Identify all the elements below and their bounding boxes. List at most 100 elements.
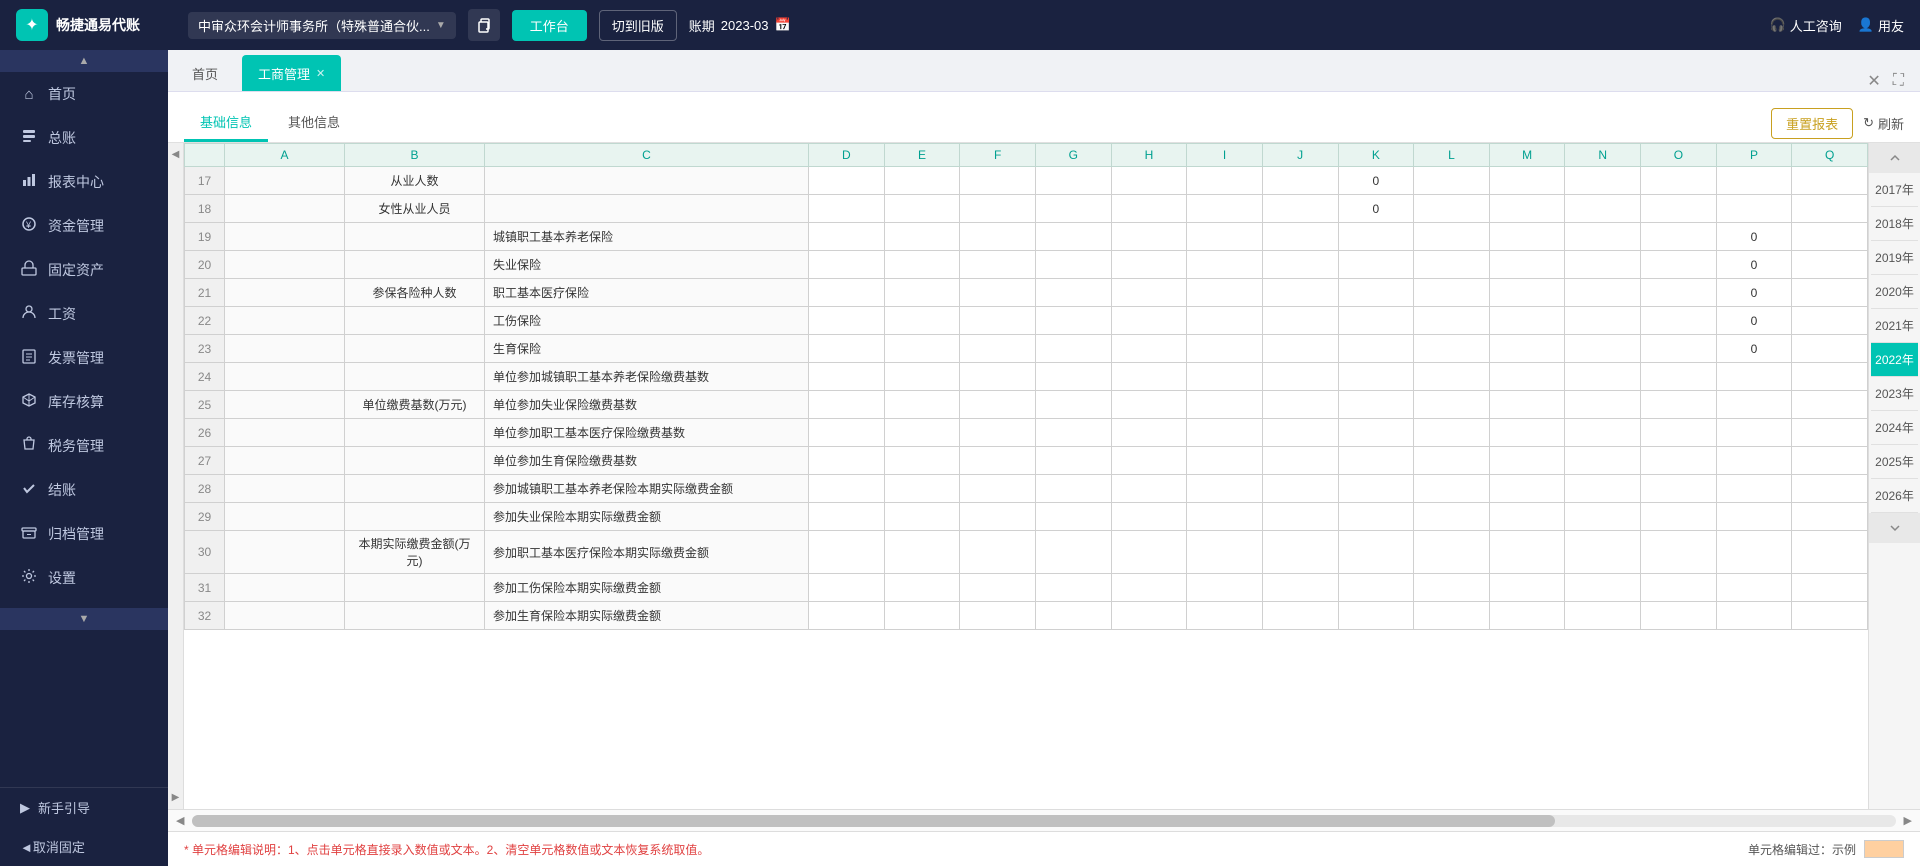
cell-l[interactable] bbox=[1414, 363, 1490, 391]
cell-e[interactable] bbox=[884, 503, 960, 531]
cell-b[interactable] bbox=[345, 419, 485, 447]
user-area[interactable]: 👤 用友 bbox=[1858, 16, 1904, 35]
year-item[interactable]: 2020年 bbox=[1871, 275, 1918, 309]
cell-a[interactable] bbox=[225, 419, 345, 447]
cell-n[interactable] bbox=[1565, 574, 1641, 602]
cell-f[interactable] bbox=[960, 475, 1036, 503]
cell-f[interactable] bbox=[960, 223, 1036, 251]
cell-d[interactable] bbox=[809, 602, 885, 630]
cell-a[interactable] bbox=[225, 363, 345, 391]
cell-j[interactable] bbox=[1262, 363, 1338, 391]
unpin-button[interactable]: ◄取消固定 bbox=[0, 827, 168, 866]
year-item[interactable]: 2017年 bbox=[1871, 173, 1918, 207]
cell-b[interactable] bbox=[345, 602, 485, 630]
cell-e[interactable] bbox=[884, 602, 960, 630]
cell-p[interactable] bbox=[1716, 475, 1792, 503]
cell-a[interactable] bbox=[225, 391, 345, 419]
cell-e[interactable] bbox=[884, 363, 960, 391]
cell-l[interactable] bbox=[1414, 602, 1490, 630]
cell-g[interactable] bbox=[1035, 195, 1111, 223]
cell-i[interactable] bbox=[1187, 602, 1263, 630]
cell-f[interactable] bbox=[960, 602, 1036, 630]
cell-c[interactable]: 工伤保险 bbox=[485, 307, 809, 335]
cell-l[interactable] bbox=[1414, 503, 1490, 531]
cell-o[interactable] bbox=[1641, 503, 1717, 531]
sidebar-item-capital[interactable]: ¥ 资金管理 bbox=[0, 204, 168, 248]
cell-o[interactable] bbox=[1641, 223, 1717, 251]
cell-l[interactable] bbox=[1414, 475, 1490, 503]
collapse-down-arrow[interactable]: ▶ bbox=[170, 786, 182, 809]
cell-h[interactable] bbox=[1111, 602, 1187, 630]
cell-k[interactable] bbox=[1338, 307, 1414, 335]
cell-f[interactable] bbox=[960, 503, 1036, 531]
cell-k[interactable] bbox=[1338, 335, 1414, 363]
cell-q[interactable] bbox=[1792, 475, 1868, 503]
cell-a[interactable] bbox=[225, 531, 345, 574]
collapse-up-arrow[interactable]: ◀ bbox=[170, 143, 182, 166]
cell-a[interactable] bbox=[225, 195, 345, 223]
cell-b[interactable] bbox=[345, 251, 485, 279]
cell-o[interactable] bbox=[1641, 391, 1717, 419]
cell-n[interactable] bbox=[1565, 447, 1641, 475]
cell-g[interactable] bbox=[1035, 503, 1111, 531]
close-window-button[interactable]: ✕ bbox=[1867, 71, 1880, 91]
cell-e[interactable] bbox=[884, 167, 960, 195]
cell-o[interactable] bbox=[1641, 574, 1717, 602]
cell-p[interactable]: 0 bbox=[1716, 279, 1792, 307]
cell-m[interactable] bbox=[1489, 419, 1565, 447]
cell-o[interactable] bbox=[1641, 419, 1717, 447]
cell-q[interactable] bbox=[1792, 574, 1868, 602]
cell-a[interactable] bbox=[225, 279, 345, 307]
cell-e[interactable] bbox=[884, 307, 960, 335]
cell-o[interactable] bbox=[1641, 167, 1717, 195]
cell-n[interactable] bbox=[1565, 195, 1641, 223]
sidebar-scroll-up[interactable]: ▲ bbox=[0, 50, 168, 72]
cell-n[interactable] bbox=[1565, 503, 1641, 531]
cell-o[interactable] bbox=[1641, 279, 1717, 307]
year-item[interactable]: 2026年 bbox=[1871, 479, 1918, 513]
sidebar-item-tax[interactable]: 税务管理 bbox=[0, 424, 168, 468]
cell-e[interactable] bbox=[884, 419, 960, 447]
cell-c[interactable]: 参加城镇职工基本养老保险本期实际缴费金额 bbox=[485, 475, 809, 503]
cell-c[interactable]: 参加生育保险本期实际缴费金额 bbox=[485, 602, 809, 630]
cell-b[interactable]: 单位缴费基数(万元) bbox=[345, 391, 485, 419]
cell-h[interactable] bbox=[1111, 531, 1187, 574]
cell-i[interactable] bbox=[1187, 223, 1263, 251]
cell-q[interactable] bbox=[1792, 602, 1868, 630]
cell-b[interactable] bbox=[345, 223, 485, 251]
sidebar-item-archive[interactable]: 归档管理 bbox=[0, 512, 168, 556]
cell-g[interactable] bbox=[1035, 602, 1111, 630]
cell-d[interactable] bbox=[809, 574, 885, 602]
cell-q[interactable] bbox=[1792, 391, 1868, 419]
cell-h[interactable] bbox=[1111, 279, 1187, 307]
cell-e[interactable] bbox=[884, 251, 960, 279]
cell-f[interactable] bbox=[960, 363, 1036, 391]
cell-p[interactable]: 0 bbox=[1716, 335, 1792, 363]
cell-n[interactable] bbox=[1565, 419, 1641, 447]
cell-o[interactable] bbox=[1641, 335, 1717, 363]
cell-n[interactable] bbox=[1565, 223, 1641, 251]
cell-l[interactable] bbox=[1414, 335, 1490, 363]
maximize-window-button[interactable]: ⛶ bbox=[1893, 72, 1904, 90]
sidebar-item-home[interactable]: ⌂ 首页 bbox=[0, 72, 168, 116]
cell-d[interactable] bbox=[809, 307, 885, 335]
cell-q[interactable] bbox=[1792, 447, 1868, 475]
cell-k[interactable] bbox=[1338, 251, 1414, 279]
cell-c[interactable] bbox=[485, 195, 809, 223]
cell-o[interactable] bbox=[1641, 475, 1717, 503]
sidebar-item-reports[interactable]: 报表中心 bbox=[0, 160, 168, 204]
cell-m[interactable] bbox=[1489, 363, 1565, 391]
refresh-button[interactable]: ↻ 刷新 bbox=[1863, 114, 1904, 133]
new-user-guide-button[interactable]: ▶ 新手引导 bbox=[0, 788, 168, 827]
year-item[interactable]: 2023年 bbox=[1871, 377, 1918, 411]
cell-h[interactable] bbox=[1111, 167, 1187, 195]
cell-h[interactable] bbox=[1111, 503, 1187, 531]
tab-business[interactable]: 工商管理 ✕ bbox=[242, 55, 341, 91]
cell-j[interactable] bbox=[1262, 475, 1338, 503]
cell-j[interactable] bbox=[1262, 531, 1338, 574]
cell-k[interactable]: 0 bbox=[1338, 167, 1414, 195]
cell-q[interactable] bbox=[1792, 419, 1868, 447]
sidebar-item-inventory[interactable]: 库存核算 bbox=[0, 380, 168, 424]
cell-f[interactable] bbox=[960, 167, 1036, 195]
cell-f[interactable] bbox=[960, 391, 1036, 419]
